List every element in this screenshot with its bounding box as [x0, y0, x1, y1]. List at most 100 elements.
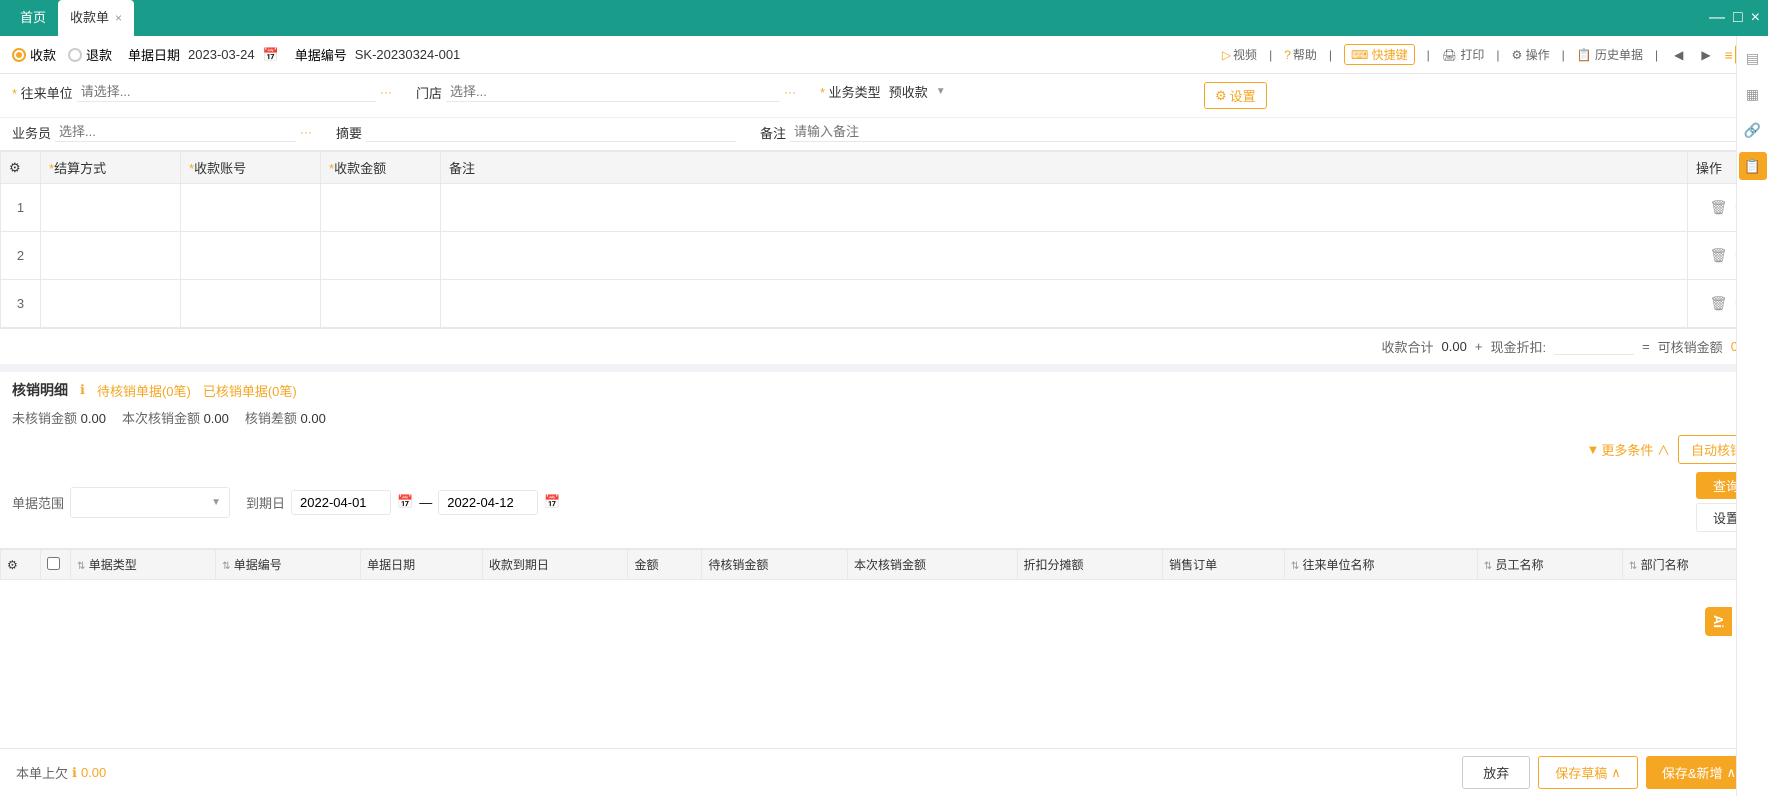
action-operation[interactable]: ⚙ 操作 [1512, 46, 1550, 63]
footer-info-label: 本单上欠 [16, 763, 68, 782]
cell-account-2[interactable] [181, 232, 321, 280]
row-num-3: 3 [1, 280, 41, 328]
stat-current: 本次核销金额 0.00 [122, 408, 229, 427]
store-field: 门店 ··· [416, 82, 796, 102]
radio-receipt[interactable]: 收款 [12, 45, 56, 64]
cell-settlement-1[interactable] [41, 184, 181, 232]
calendar-icon[interactable]: 📅 [263, 47, 279, 63]
cell-remark-3[interactable] [441, 280, 1688, 328]
nav-tab-close[interactable]: × [115, 0, 122, 36]
range-input[interactable] [79, 491, 207, 514]
action-shortcut[interactable]: ⌨ 快捷键 [1344, 44, 1415, 65]
gear-icon: ⚙ [1215, 88, 1227, 104]
number-field: 单据编号 SK-20230324-001 [295, 45, 461, 64]
window-maximize[interactable]: □ [1733, 9, 1743, 27]
radio-refund[interactable]: 退款 [68, 45, 112, 64]
footer-info-icon[interactable]: ℹ [72, 765, 77, 781]
store-input[interactable] [446, 82, 780, 102]
cell-amount-3[interactable] [321, 280, 441, 328]
ai-badge[interactable]: Ai [1705, 607, 1732, 636]
row-delete-2[interactable]: 🗑 [1710, 247, 1728, 264]
col-settlement: *结算方式 [41, 152, 181, 184]
tab-pending[interactable]: 待核销单据(0笔) [97, 381, 191, 400]
top-nav-right: — □ × [1709, 9, 1760, 27]
action-print[interactable]: 🖨 打印 [1442, 46, 1485, 63]
footer-actions: 放弃 保存草稿 ∧ 保存&新增 ∧ [1462, 756, 1752, 789]
col-account: *收款账号 [181, 152, 321, 184]
tab-completed[interactable]: 已核销单据(0笔) [203, 381, 297, 400]
remark-label: 备注 [760, 123, 786, 142]
sum-label: 收款合计 [1382, 337, 1434, 356]
store-more[interactable]: ··· [784, 85, 796, 99]
counterparty-input[interactable] [77, 82, 376, 102]
range-dropdown-arrow[interactable]: ▼ [211, 497, 221, 508]
select-all-checkbox[interactable] [47, 557, 60, 570]
date-field: 单据日期 2023-03-24 📅 [128, 45, 279, 64]
nav-tab-receipt[interactable]: 收款单 × [58, 0, 134, 36]
col-bt-due: 收款到期日 [482, 550, 628, 580]
due-date-to-cal[interactable]: 📅 [544, 494, 560, 510]
more-conditions-btn[interactable]: ▼ 更多条件 ∧ [1586, 440, 1670, 459]
table-row: 2 🗑 ⧉ [1, 232, 1768, 280]
form-fields-row1: 往来单位 ··· 门店 ··· 业务类型 预收款 ▼ ⚙ 设置 [0, 74, 1768, 118]
sidebar-grid-icon[interactable]: ▦ [1739, 80, 1767, 108]
bottom-table: ⚙ ⇅ 单据类型 ⇅ 单据编号 单据日期 收款到期日 金额 待核销金额 本次核销… [0, 549, 1768, 580]
row-num-1: 1 [1, 184, 41, 232]
cell-amount-2[interactable] [321, 232, 441, 280]
due-date-from-cal[interactable]: 📅 [397, 494, 413, 510]
nav-next[interactable]: ▶ [1697, 46, 1714, 64]
action-help[interactable]: ? 帮助 [1284, 46, 1317, 63]
radio-label-refund: 退款 [86, 45, 112, 64]
window-close[interactable]: × [1751, 9, 1760, 27]
abandon-button[interactable]: 放弃 [1462, 756, 1530, 789]
available-label: 可核销金额 [1658, 337, 1723, 356]
sidebar-ai-icon[interactable]: 📋 [1739, 152, 1767, 180]
biz-type-label: 业务类型 [820, 82, 881, 101]
discount-input[interactable] [1554, 339, 1634, 355]
biz-type-field: 业务类型 预收款 ▼ [820, 82, 1180, 101]
cell-account-3[interactable] [181, 280, 321, 328]
biz-type-dropdown[interactable]: ▼ [936, 86, 946, 97]
action-history[interactable]: 📋 历史单据 [1577, 46, 1643, 63]
save-draft-arrow: ∧ [1611, 765, 1621, 781]
verification-info-icon[interactable]: ℹ [80, 382, 85, 398]
save-draft-button[interactable]: 保存草稿 ∧ [1538, 756, 1638, 789]
cell-account-1[interactable] [181, 184, 321, 232]
nav-prev[interactable]: ◀ [1670, 46, 1687, 64]
staff-more[interactable]: ··· [300, 125, 312, 139]
table-row: 3 🗑 ⧉ [1, 280, 1768, 328]
cell-settlement-3[interactable] [41, 280, 181, 328]
settings-button[interactable]: ⚙ 设置 [1204, 82, 1267, 109]
number-label: 单据编号 [295, 45, 347, 64]
row-delete-1[interactable]: 🗑 [1710, 199, 1728, 216]
col-bt-staff: ⇅ 员工名称 [1477, 550, 1622, 580]
range-select-wrapper[interactable]: ▼ [70, 487, 230, 518]
verification-query-row: 单据范围 ▼ 到期日 📅 — 📅 查询 设置 [12, 472, 1756, 532]
staff-input[interactable] [55, 122, 296, 142]
window-minimize[interactable]: — [1709, 9, 1725, 27]
counterparty-more[interactable]: ··· [380, 85, 392, 99]
col-bt-current: 本次核销金额 [847, 550, 1017, 580]
cell-amount-1[interactable] [321, 184, 441, 232]
action-video[interactable]: ▷ 视频 [1222, 46, 1257, 63]
remark-input[interactable] [790, 122, 1756, 142]
counterparty-label: 往来单位 [12, 83, 73, 102]
due-date-to[interactable] [438, 490, 538, 515]
due-date-field: 到期日 📅 — 📅 [246, 490, 560, 515]
col-bt-date: 单据日期 [361, 550, 483, 580]
summary-input[interactable] [366, 122, 736, 142]
nav-home[interactable]: 首页 [8, 0, 58, 36]
row-delete-3[interactable]: 🗑 [1710, 295, 1728, 312]
col-bt-settings[interactable]: ⚙ [1, 550, 41, 580]
col-bt-checkbox[interactable] [41, 550, 71, 580]
col-settings[interactable]: ⚙ [1, 152, 41, 184]
due-date-from[interactable] [291, 490, 391, 515]
filter-icon: ▼ [1586, 442, 1599, 457]
cell-remark-2[interactable] [441, 232, 1688, 280]
cell-remark-1[interactable] [441, 184, 1688, 232]
sidebar-table-icon[interactable]: ▤ [1739, 44, 1767, 72]
sidebar-link-icon[interactable]: 🔗 [1739, 116, 1767, 144]
view-list[interactable]: ≡ [1725, 45, 1733, 64]
cell-settlement-2[interactable] [41, 232, 181, 280]
table-footer: 收款合计 0.00 + 现金折扣: = 可核销金额 0.00 [0, 328, 1768, 364]
